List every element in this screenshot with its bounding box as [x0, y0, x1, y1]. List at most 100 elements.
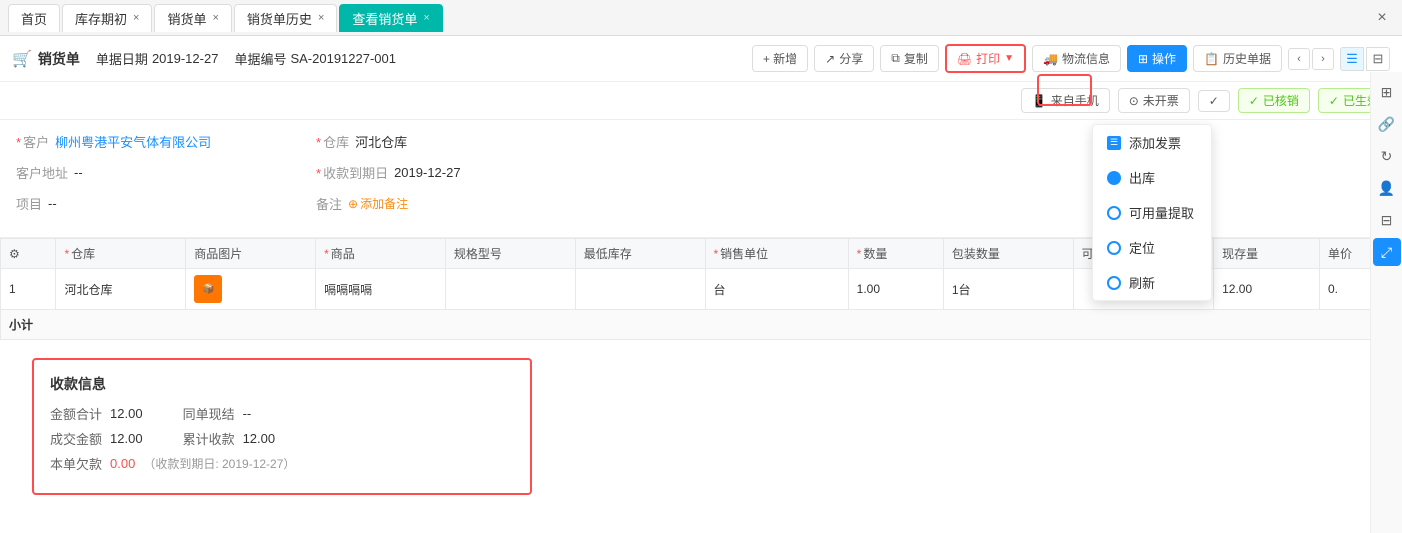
sidebar-grid-icon[interactable]: ⊞ — [1373, 78, 1401, 106]
logistics-icon: 🚚 — [1043, 52, 1058, 66]
row-pack-qty: 1台 — [943, 269, 1073, 310]
new-button[interactable]: + 新增 — [752, 45, 808, 72]
sidebar-table-icon[interactable]: ⊟ — [1373, 206, 1401, 234]
row-unit: 台 — [705, 269, 848, 310]
col-settings[interactable]: ⚙ — [1, 239, 56, 269]
print-button[interactable]: 🖨 打印 ▼ — [945, 44, 1026, 73]
project-field: 项目 -- — [16, 194, 296, 213]
ops-icon: ⊞ — [1138, 52, 1148, 66]
add-note-label: 添加备注 — [360, 195, 408, 212]
address-value: -- — [74, 165, 83, 180]
nav-prev-button[interactable]: ‹ — [1288, 48, 1310, 70]
same-order-value: -- — [243, 406, 252, 421]
tab-inventory-close[interactable]: × — [133, 12, 139, 24]
same-order-label: 同单现结 — [183, 404, 235, 423]
share-icon: ↗ — [825, 52, 835, 66]
location-menu-item[interactable]: 定位 — [1093, 230, 1211, 265]
cancel-button[interactable]: ✓ 已核销 — [1238, 88, 1310, 113]
deal-amount-label: 成交金额 — [50, 429, 102, 448]
subtotal-label: 小计 — [1, 310, 1402, 340]
col-image: 商品图片 — [186, 239, 316, 269]
add-note-button[interactable]: ⊕ 添加备注 — [348, 195, 408, 212]
sidebar-link-icon[interactable]: 🔗 — [1373, 110, 1401, 138]
location-icon — [1107, 241, 1121, 255]
col-stock: 现存量 — [1214, 239, 1320, 269]
not-open-button[interactable]: ⊙ 未开票 — [1118, 88, 1190, 113]
add-note-icon: ⊕ — [348, 197, 358, 211]
from-mobile-button[interactable]: 📱 来自手机 — [1021, 88, 1110, 113]
effect-icon: ✓ — [1329, 94, 1339, 108]
main-container: 🛒 销货单 单据日期 2019-12-27 单据编号 SA-20191227-0… — [0, 36, 1402, 533]
address-label: 客户地址 — [16, 163, 68, 182]
same-order-item: 同单现结 -- — [183, 404, 252, 423]
col-spec: 规格型号 — [445, 239, 575, 269]
row-spec — [445, 269, 575, 310]
not-open-label: 未开票 — [1143, 92, 1179, 109]
right-sidebar: ⊞ 🔗 ↻ 👤 ⊟ ⤢ — [1370, 72, 1402, 533]
share-button[interactable]: ↗ 分享 — [814, 45, 874, 72]
doc-date-label: 单据日期 — [96, 49, 148, 68]
sidebar-user-icon[interactable]: 👤 — [1373, 174, 1401, 202]
project-value: -- — [48, 196, 57, 211]
doc-number-label: 单据编号 — [234, 49, 286, 68]
ops-button[interactable]: ⊞ 操作 — [1127, 45, 1187, 72]
view-grid-button[interactable]: ⊟ — [1366, 47, 1390, 71]
row-warehouse: 河北仓库 — [56, 269, 186, 310]
cancel-label: 已核销 — [1263, 92, 1299, 109]
tab-inventory[interactable]: 库存期初 × — [62, 4, 152, 32]
copy-button-label: 复制 — [904, 50, 928, 67]
tab-sales-close[interactable]: × — [212, 12, 218, 24]
tab-sales-label: 销货单 — [167, 9, 206, 28]
status-row: 📱 来自手机 ⊙ 未开票 ✓ ✓ 已核销 ✓ 已生效 — [0, 82, 1402, 120]
invoice-icon: ⊙ — [1129, 94, 1139, 108]
location-label: 定位 — [1129, 238, 1155, 257]
print-icon: 🖨 — [957, 52, 972, 66]
row-image: 📦 — [186, 269, 316, 310]
tab-home-label: 首页 — [21, 9, 47, 28]
available-qty-icon — [1107, 206, 1121, 220]
logistics-button[interactable]: 🚚 物流信息 — [1032, 45, 1121, 72]
refresh-label: 刷新 — [1129, 273, 1155, 292]
payment-row-1: 金额合计 12.00 同单现结 -- — [50, 404, 514, 423]
available-qty-menu-item[interactable]: 可用量提取 — [1093, 195, 1211, 230]
product-image: 📦 — [194, 275, 222, 303]
copy-button[interactable]: ⧉ 复制 — [880, 45, 939, 72]
history-button[interactable]: 📋 历史单据 — [1193, 45, 1282, 72]
payment-title: 收款信息 — [50, 374, 514, 394]
sidebar-expand-icon[interactable]: ⤢ — [1373, 238, 1401, 266]
sidebar-rotate-icon[interactable]: ↻ — [1373, 142, 1401, 170]
nav-next-button[interactable]: › — [1312, 48, 1334, 70]
cancel-icon: ✓ — [1249, 94, 1259, 108]
logistics-button-label: 物流信息 — [1062, 50, 1110, 67]
confirm-check[interactable]: ✓ — [1198, 90, 1230, 112]
tab-home[interactable]: 首页 — [8, 4, 60, 32]
col-pack-qty: 包装数量 — [943, 239, 1073, 269]
outbound-menu-item[interactable]: 出库 — [1093, 160, 1211, 195]
total-amount-item: 金额合计 12.00 — [50, 404, 143, 423]
from-mobile-label: 来自手机 — [1051, 92, 1099, 109]
deal-amount-item: 成交金额 12.00 — [50, 429, 143, 448]
print-dropdown-arrow[interactable]: ▼ — [1004, 53, 1014, 64]
tab-bar: 首页 库存期初 × 销货单 × 销货单历史 × 查看销货单 × × — [0, 0, 1402, 36]
tab-sales[interactable]: 销货单 × — [154, 4, 231, 32]
tab-sales-history[interactable]: 销货单历史 × — [234, 4, 337, 32]
refresh-menu-item[interactable]: 刷新 — [1093, 265, 1211, 300]
overdue-value: 0.00 — [110, 456, 135, 471]
project-label: 项目 — [16, 194, 42, 213]
total-amount-value: 12.00 — [110, 406, 143, 421]
tab-sales-history-close[interactable]: × — [318, 12, 324, 24]
due-date-field: 收款到期日 2019-12-27 — [316, 163, 596, 182]
row-stock: 12.00 — [1214, 269, 1320, 310]
window-close-button[interactable]: × — [1370, 6, 1394, 30]
product-img-placeholder: 📦 — [202, 284, 214, 295]
doc-actions: + 新增 ↗ 分享 ⧉ 复制 🖨 打印 ▼ 🚚 物流信息 — [752, 44, 1390, 73]
note-field: 备注 ⊕ 添加备注 — [316, 194, 596, 213]
customer-value[interactable]: 柳州粤港平安气体有限公司 — [55, 132, 211, 151]
tab-view-sales[interactable]: 查看销货单 × — [339, 4, 442, 32]
add-invoice-menu-item[interactable]: ☰ 添加发票 — [1093, 125, 1211, 160]
tab-view-sales-close[interactable]: × — [423, 12, 429, 24]
settings-icon: ⚙ — [9, 247, 20, 261]
refresh-icon — [1107, 276, 1121, 290]
subtotal-row: 小计 — [1, 310, 1402, 340]
view-list-button[interactable]: ☰ — [1340, 47, 1364, 71]
